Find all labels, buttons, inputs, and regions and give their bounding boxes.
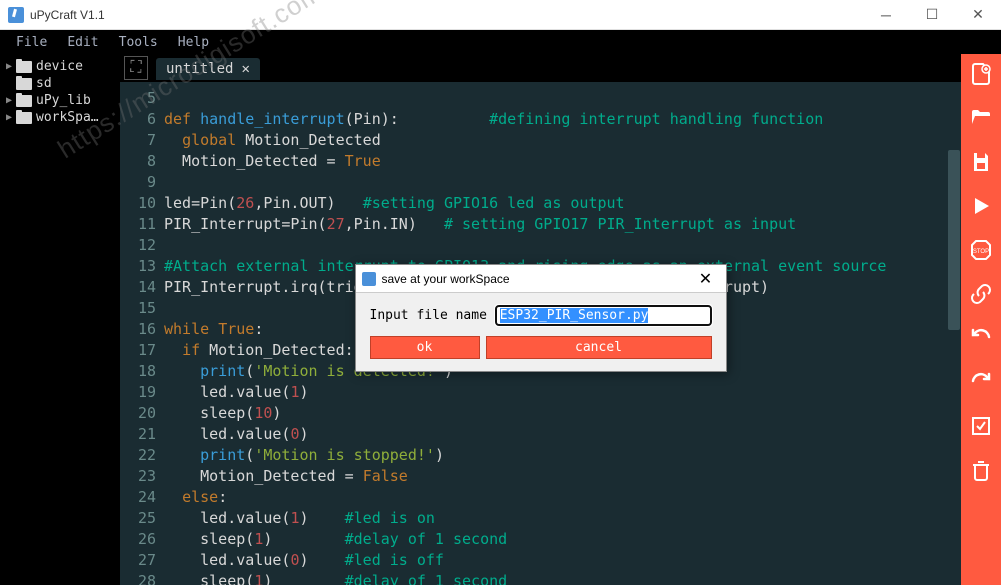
tree-item-sd[interactable]: sd — [0, 75, 120, 92]
maximize-button[interactable]: ☐ — [909, 0, 955, 30]
stop-icon[interactable]: STOP — [967, 236, 995, 264]
dialog-overlay: save at your workSpace ✕ Input file name… — [120, 54, 961, 585]
run-icon[interactable] — [967, 192, 995, 220]
folder-icon — [16, 78, 32, 90]
filename-label: Input file name — [370, 308, 495, 323]
sidebar: ▶device sd ▶uPy_lib ▶workSpa… — [0, 54, 120, 585]
tree-label: workSpa… — [36, 110, 99, 125]
svg-text:STOP: STOP — [973, 249, 989, 255]
window-title: uPyCraft V1.1 — [30, 8, 105, 22]
workspace: ▶device sd ▶uPy_lib ▶workSpa… ⛶ untitled… — [0, 54, 1001, 585]
new-file-icon[interactable] — [967, 60, 995, 88]
tree-label: device — [36, 59, 83, 74]
app-icon — [362, 272, 376, 286]
tree-item-workspace[interactable]: ▶workSpa… — [0, 109, 120, 126]
window-controls: ─ ☐ ✕ — [863, 0, 1001, 30]
tree-label: uPy_lib — [36, 93, 91, 108]
app-icon — [8, 7, 24, 23]
dialog-titlebar: save at your workSpace ✕ — [356, 265, 726, 293]
right-toolbar: STOP — [961, 54, 1001, 585]
menubar: File Edit Tools Help — [0, 30, 1001, 54]
undo-icon[interactable] — [967, 324, 995, 352]
titlebar: uPyCraft V1.1 ─ ☐ ✕ — [0, 0, 1001, 30]
ok-button[interactable]: ok — [370, 336, 480, 359]
menu-file[interactable]: File — [6, 35, 57, 50]
tree-label: sd — [36, 76, 52, 91]
dialog-close-icon[interactable]: ✕ — [686, 269, 726, 289]
folder-icon — [16, 61, 32, 73]
folder-icon — [16, 95, 32, 107]
menu-help[interactable]: Help — [168, 35, 219, 50]
tree-item-upylib[interactable]: ▶uPy_lib — [0, 92, 120, 109]
folder-icon — [16, 112, 32, 124]
menu-tools[interactable]: Tools — [109, 35, 168, 50]
dialog-title: save at your workSpace — [382, 272, 510, 286]
close-button[interactable]: ✕ — [955, 0, 1001, 30]
filename-input[interactable] — [495, 305, 712, 326]
minimize-button[interactable]: ─ — [863, 0, 909, 30]
save-dialog: save at your workSpace ✕ Input file name… — [355, 264, 727, 372]
connect-icon[interactable] — [967, 280, 995, 308]
save-icon[interactable] — [967, 148, 995, 176]
menu-edit[interactable]: Edit — [57, 35, 108, 50]
redo-icon[interactable] — [967, 368, 995, 396]
check-icon[interactable] — [967, 412, 995, 440]
editor-area: ⛶ untitled ✕ 567891011121314151617181920… — [120, 54, 961, 585]
dialog-body: Input file name ok cancel — [356, 293, 726, 371]
cancel-button[interactable]: cancel — [486, 336, 712, 359]
open-file-icon[interactable] — [967, 104, 995, 132]
tree-item-device[interactable]: ▶device — [0, 58, 120, 75]
clear-icon[interactable] — [967, 456, 995, 484]
